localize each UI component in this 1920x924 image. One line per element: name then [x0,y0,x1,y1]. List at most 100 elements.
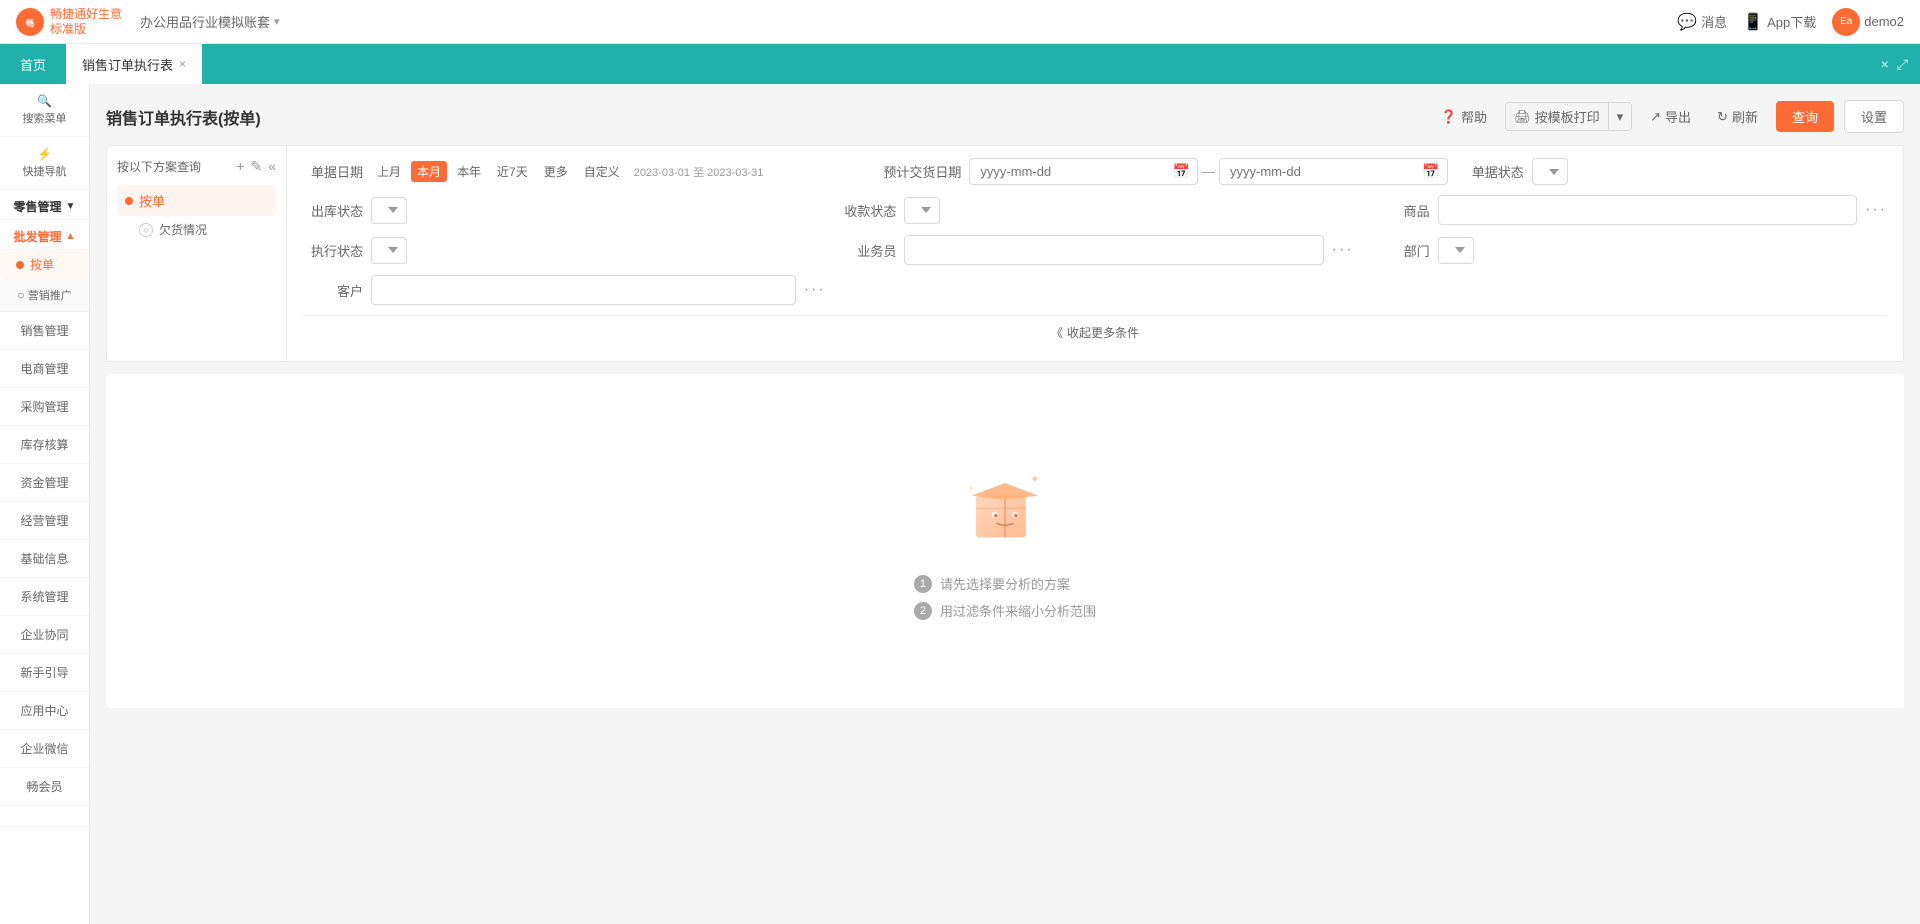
doc-status-select[interactable] [1532,158,1568,185]
quick-nav-icon: ⚡ [37,147,52,161]
scheme-edit-icon[interactable]: ✎ [250,158,262,175]
export-button[interactable]: ↗ 导出 [1642,103,1699,130]
sidebar-item-operations[interactable]: 基础信息 [0,540,89,578]
salesperson-input-area[interactable] [904,235,1323,265]
page-title: 销售订单执行表(按单) [106,105,261,129]
search-icon: 🔍 [37,94,52,108]
breadcrumb-label: 办公用品行业模拟账套 [140,12,270,31]
filter-row-4: 客户 ··· [303,275,1887,305]
date-quick-7days[interactable]: 近7天 [491,161,534,182]
sidebar-item-purchase[interactable]: 库存核算 [0,426,89,464]
receipt-status-wrapper [904,197,1353,224]
app-download-icon: 📱 [1743,12,1763,32]
date-quick-btns: 上月 本月 本年 近7天 更多 自定义 [371,161,626,182]
sidebar-item-wechat[interactable]: 畅会员 [0,768,89,806]
refresh-button[interactable]: ↻ 刷新 [1709,103,1766,130]
refresh-icon: ↻ [1717,109,1728,125]
customer-more-icon[interactable]: ··· [804,281,826,299]
empty-illustration: ✦ ✦ [955,454,1055,554]
tab-sales-exec[interactable]: 销售订单执行表 × [66,44,202,84]
scheme-item-order[interactable]: 按单 [117,185,276,216]
sidebar-section-retail[interactable]: 零售管理 ▼ [0,190,89,220]
sidebar-item-basic-info[interactable]: 系统管理 [0,578,89,616]
expected-date-start-input[interactable] [969,158,1198,185]
filter-group-date: 单据日期 上月 本月 本年 近7天 更多 自定义 2023-03-01 至 20… [303,161,867,182]
scheme-add-icon[interactable]: + [236,158,244,175]
expected-date-start-wrapper: 📅 [969,158,1198,185]
breadcrumb-dropdown[interactable]: 办公用品行业模拟账套 ▾ [132,8,288,35]
exec-status-label: 执行状态 [303,241,363,260]
print-group: 🖨 按模板打印 ▾ [1505,102,1632,131]
help-button[interactable]: ❓ 帮助 [1433,103,1495,130]
customer-input-area[interactable] [371,275,796,305]
goods-input-area[interactable] [1438,195,1857,225]
print-dropdown[interactable]: ▾ [1609,105,1632,129]
salesperson-more-icon[interactable]: ··· [1332,241,1354,259]
sidebar-item-quick-nav[interactable]: ⚡ 快捷导航 [0,137,89,190]
app-download-button[interactable]: 📱 App下载 [1743,12,1816,32]
expected-date-end-input[interactable] [1219,158,1448,185]
filter-group-receipt: 收款状态 [836,197,1353,224]
date-quick-more[interactable]: 更多 [538,161,574,182]
logo-text: 畅捷通好生意 标准版 [50,7,122,36]
doc-status-label: 单据状态 [1464,162,1524,181]
collapse-more-button[interactable]: 《 收起更多条件 [303,315,1887,349]
scheme-item-debt[interactable]: ○ 欠货情况 [117,216,276,243]
window-close-icon[interactable]: × [1881,56,1889,72]
tab-close-icon[interactable]: × [179,57,186,71]
sidebar-sub-order[interactable]: 按单 [0,250,89,279]
expected-date-range: 📅 — 📅 [969,158,1447,185]
sidebar-sub-debt[interactable]: ○ 营销推广 [0,279,89,312]
scheme-collapse-icon[interactable]: « [268,158,276,175]
sidebar-item-search[interactable]: 🔍 搜索菜单 [0,84,89,137]
delivery-status-select[interactable] [371,197,407,224]
filter-group-salesperson: 业务员 ··· [836,235,1353,265]
retail-chevron-icon: ▼ [66,201,76,212]
settings-button[interactable]: 设置 [1844,100,1904,133]
date-quick-last-month[interactable]: 上月 [371,161,407,182]
main-layout: 🔍 搜索菜单 ⚡ 快捷导航 零售管理 ▼ 批发管理 ▲ 按单 ○ 营销推广 销售… [0,84,1920,924]
tab-home[interactable]: 首页 [0,44,66,84]
empty-hint-1: 1 请先选择要分析的方案 [914,574,1096,593]
exec-status-wrapper [371,237,820,264]
empty-state: ✦ ✦ 1 请先选择要分析的方案 2 用过滤条件来缩小分析范围 [106,374,1904,708]
window-maximize-icon[interactable]: ⤢ [1897,56,1908,73]
exec-status-select[interactable] [371,237,407,264]
receipt-status-select[interactable] [904,197,940,224]
sidebar-item-collab[interactable]: 新手引导 [0,654,89,692]
sidebar-item-marketing[interactable]: 销售管理 [0,312,89,350]
message-icon: 💬 [1677,12,1697,32]
date-quick-custom[interactable]: 自定义 [578,161,626,182]
sidebar-item-newbie[interactable]: 应用中心 [0,692,89,730]
query-button[interactable]: 查询 [1776,101,1834,132]
logo-icon: 畅 [16,8,44,36]
sidebar-item-finance[interactable]: 经营管理 [0,502,89,540]
message-button[interactable]: 💬 消息 [1677,12,1727,32]
receipt-label: 收款状态 [836,201,896,220]
header-left: 畅 畅捷通好生意 标准版 办公用品行业模拟账套 ▾ [16,7,288,36]
sidebar-item-sales[interactable]: 电商管理 [0,350,89,388]
user-menu[interactable]: Ea demo2 [1832,8,1904,36]
sidebar-item-app-center[interactable]: 企业微信 [0,730,89,768]
window-controls: × ⤢ [1869,56,1920,73]
date-quick-this-month[interactable]: 本月 [411,161,447,182]
date-quick-this-year[interactable]: 本年 [451,161,487,182]
hint-num-1: 1 [914,575,932,593]
calendar-end-icon[interactable]: 📅 [1422,163,1439,180]
sidebar-item-ecommerce[interactable]: 采购管理 [0,388,89,426]
calendar-start-icon[interactable]: 📅 [1173,163,1190,180]
goods-more-icon[interactable]: ··· [1865,201,1887,219]
print-button[interactable]: 🖨 按模板打印 [1506,103,1609,130]
sidebar-section-wholesale[interactable]: 批发管理 ▲ [0,220,89,250]
sidebar-item-inventory[interactable]: 资金管理 [0,464,89,502]
logo[interactable]: 畅 畅捷通好生意 标准版 [16,7,122,36]
date-separator: — [1202,164,1215,179]
dept-select[interactable] [1438,237,1474,264]
empty-hint-2: 2 用过滤条件来缩小分析范围 [914,601,1096,620]
empty-hints: 1 请先选择要分析的方案 2 用过滤条件来缩小分析范围 [914,574,1096,628]
page-content: 销售订单执行表(按单) ❓ 帮助 🖨 按模板打印 ▾ [90,84,1920,724]
date-range-display: 2023-03-01 至 2023-03-31 [634,164,764,180]
debt-circle-icon: ○ [139,223,153,237]
sidebar-item-system[interactable]: 企业协同 [0,616,89,654]
sidebar-item-member[interactable] [0,806,89,827]
